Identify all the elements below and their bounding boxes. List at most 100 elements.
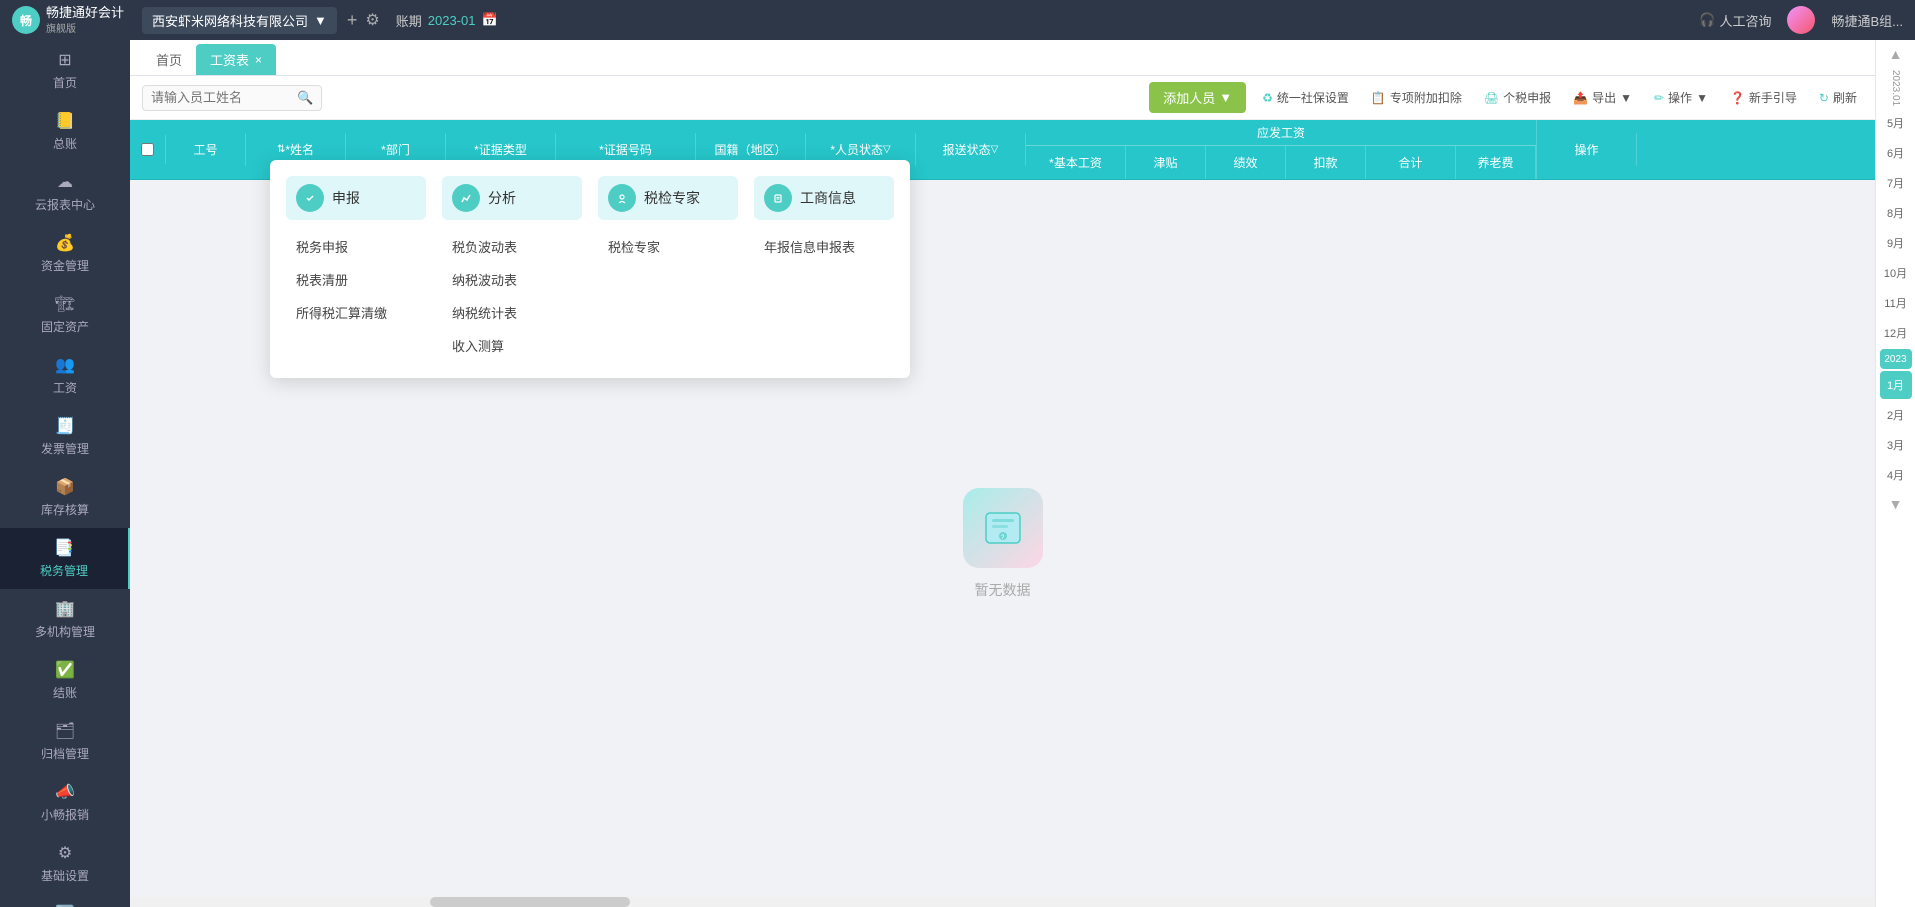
- sidebar-item-inventory[interactable]: 📦 库存核算: [0, 467, 130, 528]
- select-all-checkbox[interactable]: [141, 143, 154, 156]
- plus-icon[interactable]: +: [347, 10, 358, 30]
- item-tax-form[interactable]: 税表清册: [286, 263, 426, 296]
- tab-home-label: 首页: [156, 53, 182, 68]
- service-btn[interactable]: 🎧 人工咨询: [1699, 11, 1771, 30]
- empty-icon: ?: [963, 488, 1043, 568]
- user-label: 畅捷通B组...: [1831, 11, 1903, 30]
- payroll-icon: 👥: [55, 355, 75, 375]
- export-btn[interactable]: 📤 导出 ▼: [1567, 85, 1638, 110]
- th-wage-group-header: 应发工资: [1026, 120, 1536, 146]
- item-tax-change[interactable]: 纳税波动表: [442, 263, 582, 296]
- month-btn-1[interactable]: 1月: [1880, 371, 1912, 399]
- month-btn-3[interactable]: 3月: [1880, 431, 1912, 459]
- social-insurance-btn[interactable]: ♻ 统一社保设置: [1256, 85, 1355, 110]
- tax-icon: 📑: [54, 538, 74, 558]
- sidebar-item-fixed-assets[interactable]: 🏗 固定资产: [0, 284, 130, 345]
- guide-label: 新手引导: [1749, 89, 1797, 106]
- scrollbar-thumb[interactable]: [430, 897, 630, 907]
- section-business-title: 工商信息: [800, 188, 856, 208]
- filing-section-icon: [296, 184, 324, 212]
- th-checkbox[interactable]: [130, 135, 166, 164]
- company-selector[interactable]: 西安虾米网络科技有限公司 ▼: [142, 7, 337, 34]
- month-btn-5[interactable]: 5月: [1880, 109, 1912, 137]
- sidebar-item-ledger[interactable]: 📒 总账: [0, 101, 130, 162]
- sidebar-item-basic-settings[interactable]: ⚙ 基础设置: [0, 833, 130, 894]
- tax-expert-section-icon: [608, 184, 636, 212]
- cloud-icon: ☁: [57, 172, 73, 192]
- item-income-estimate[interactable]: 收入测算: [442, 329, 582, 362]
- th-subsidy: 津贴: [1126, 146, 1206, 179]
- th-report-status: 报送状态 ▽: [916, 133, 1026, 166]
- month-btn-10[interactable]: 10月: [1880, 259, 1912, 287]
- horizontal-scrollbar[interactable]: [130, 897, 1875, 907]
- month-btn-12[interactable]: 12月: [1880, 319, 1912, 347]
- sidebar-label-fixed-assets: 固定资产: [41, 318, 89, 335]
- special-deduction-btn[interactable]: 📋 专项附加扣除: [1365, 85, 1468, 110]
- period-label: 账期: [396, 11, 422, 30]
- sidebar-item-xiaochang[interactable]: 📣 小畅报销: [0, 772, 130, 833]
- sidebar-item-settlement[interactable]: ✅ 结账: [0, 650, 130, 711]
- add-company-btn[interactable]: +: [347, 10, 358, 31]
- item-tax-stats[interactable]: 纳税统计表: [442, 296, 582, 329]
- gear-icon[interactable]: ⚙: [365, 12, 379, 29]
- analysis-section-icon: [452, 184, 480, 212]
- item-tax-expert[interactable]: 税检专家: [598, 230, 738, 263]
- nav-down-arrow[interactable]: ▼: [1882, 490, 1910, 518]
- month-btn-6[interactable]: 6月: [1880, 139, 1912, 167]
- sidebar-label-ledger: 总账: [53, 135, 77, 152]
- export-arrow-icon: ▼: [1620, 91, 1632, 105]
- filter-icon-status[interactable]: ▽: [883, 144, 891, 155]
- month-btn-4[interactable]: 4月: [1880, 461, 1912, 489]
- user-avatar[interactable]: [1787, 6, 1815, 34]
- sidebar-item-cloud-report[interactable]: ☁ 云报表中心: [0, 162, 130, 223]
- year-marker-2023[interactable]: 2023: [1880, 349, 1912, 369]
- month-btn-11[interactable]: 11月: [1880, 289, 1912, 317]
- item-tax-burden[interactable]: 税负波动表: [442, 230, 582, 263]
- sidebar-item-new-guide[interactable]: 🆕 新手引导: [0, 894, 130, 907]
- tax-filing-btn[interactable]: 🖨 个税申报: [1478, 85, 1557, 110]
- tab-close-icon[interactable]: ×: [255, 53, 262, 67]
- section-business-info: 工商信息 年报信息申报表: [754, 176, 894, 362]
- month-btn-7[interactable]: 7月: [1880, 169, 1912, 197]
- tab-home[interactable]: 首页: [142, 44, 196, 75]
- item-annual-report[interactable]: 年报信息申报表: [754, 230, 894, 263]
- header-right: 🎧 人工咨询 畅捷通B组...: [1699, 6, 1903, 34]
- sidebar-label-cloud: 云报表中心: [35, 196, 95, 213]
- fixed-assets-icon: 🏗: [55, 294, 75, 314]
- period-value[interactable]: 2023-01: [428, 13, 476, 28]
- th-performance: 绩效: [1206, 146, 1286, 179]
- item-tax-filing[interactable]: 税务申报: [286, 230, 426, 263]
- operate-btn[interactable]: ✏ 操作 ▼: [1648, 85, 1714, 110]
- sidebar-item-fund[interactable]: 💰 资金管理: [0, 223, 130, 284]
- sidebar-item-payroll[interactable]: 👥 工资: [0, 345, 130, 406]
- dropdown-arrow-icon: ▼: [314, 13, 327, 28]
- section-tax-expert-title: 税检专家: [644, 188, 700, 208]
- add-person-button[interactable]: 添加人员 ▼: [1149, 82, 1246, 113]
- guide-btn[interactable]: ❓ 新手引导: [1724, 85, 1803, 110]
- th-total: 合计: [1366, 146, 1456, 179]
- export-icon: 📤: [1573, 91, 1588, 105]
- sidebar-label-xiaochang: 小畅报销: [41, 806, 89, 823]
- sidebar-item-home[interactable]: ⊞ 首页: [0, 40, 130, 101]
- month-btn-2[interactable]: 2月: [1880, 401, 1912, 429]
- nav-up-arrow[interactable]: ▲: [1882, 40, 1910, 68]
- sidebar-item-archive[interactable]: 🗂 归档管理: [0, 711, 130, 772]
- tax-filing-icon: 🖨: [1484, 91, 1499, 105]
- search-input[interactable]: [151, 90, 291, 105]
- filter-icon-report[interactable]: ▽: [991, 144, 999, 155]
- month-btn-9[interactable]: 9月: [1880, 229, 1912, 257]
- sidebar-item-invoice[interactable]: 🧾 发票管理: [0, 406, 130, 467]
- logo-text-block: 畅捷通好会计 旗舰版: [46, 5, 124, 36]
- guide-icon: ❓: [1730, 91, 1745, 105]
- item-income-tax[interactable]: 所得税汇算清缴: [286, 296, 426, 329]
- sidebar-item-multi-org[interactable]: 🏢 多机构管理: [0, 589, 130, 650]
- sidebar-label-payroll: 工资: [53, 379, 77, 396]
- search-icon: 🔍: [297, 90, 313, 106]
- settings-btn[interactable]: ⚙: [365, 10, 379, 30]
- refresh-btn[interactable]: ↻ 刷新: [1813, 85, 1863, 110]
- calendar-icon[interactable]: 📅: [481, 12, 497, 28]
- sidebar-item-tax[interactable]: 📑 税务管理: [0, 528, 130, 589]
- month-btn-8[interactable]: 8月: [1880, 199, 1912, 227]
- tab-payroll[interactable]: 工资表 ×: [196, 44, 276, 75]
- fund-icon: 💰: [55, 233, 75, 253]
